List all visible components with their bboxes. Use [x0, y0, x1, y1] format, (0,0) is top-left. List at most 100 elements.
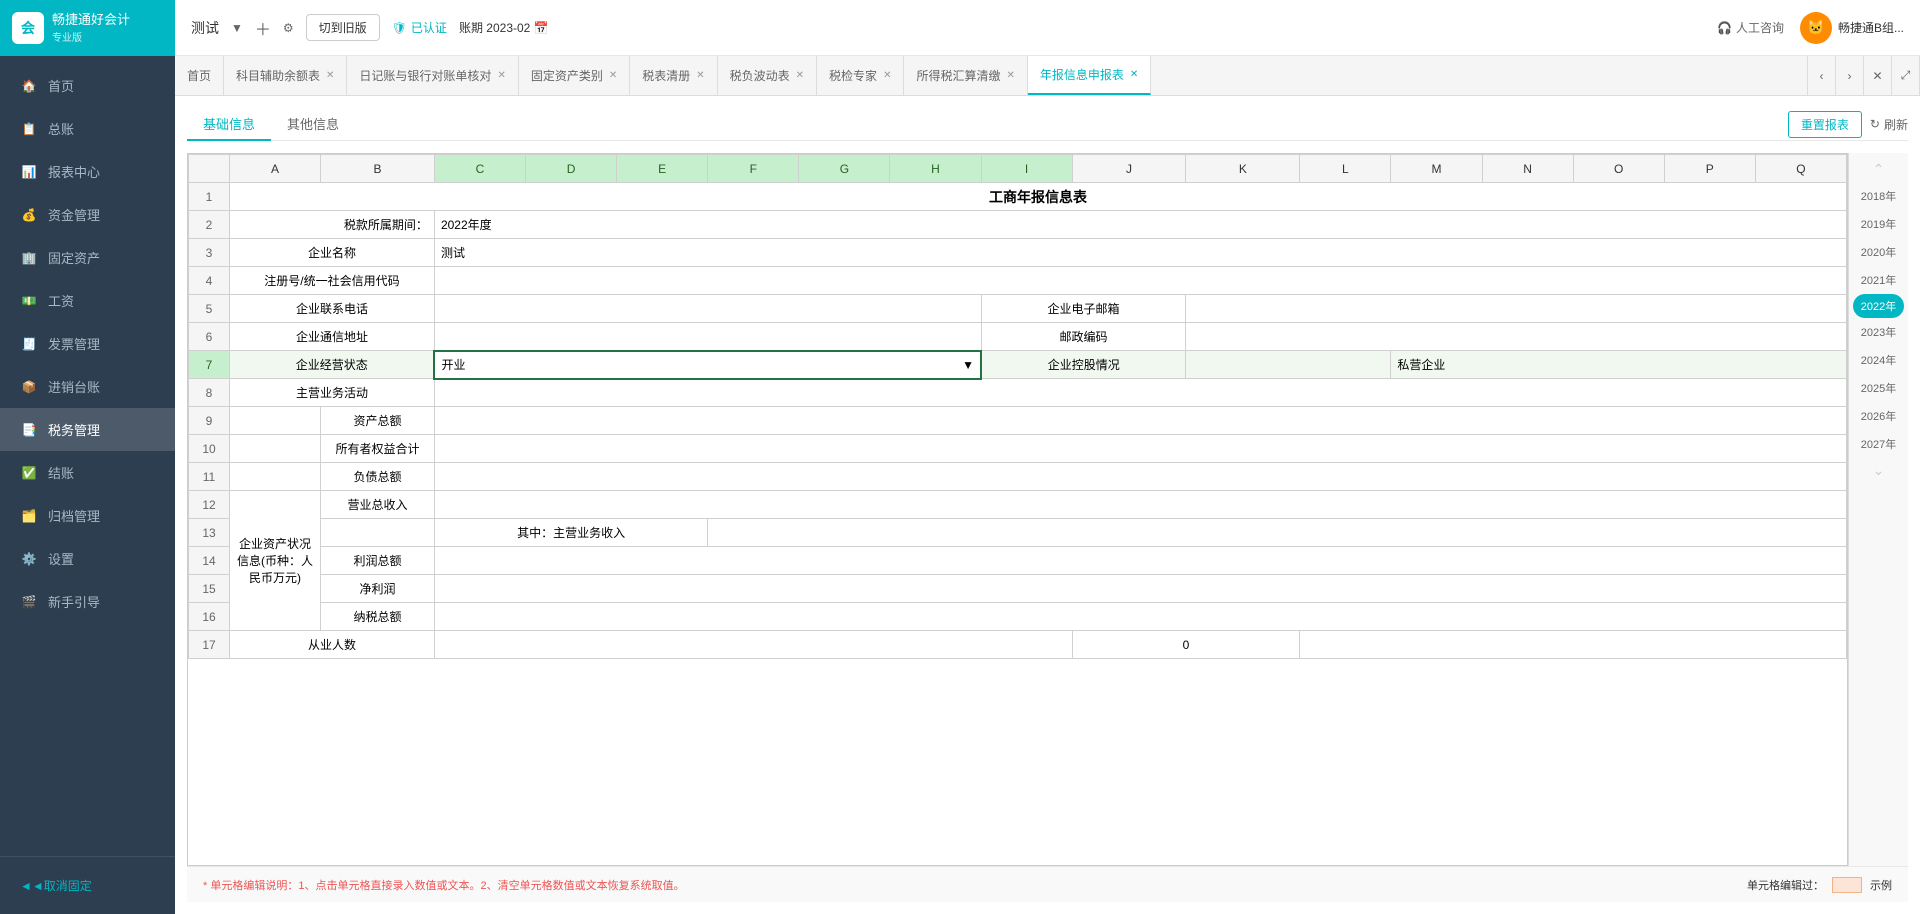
year-item-2019年[interactable]: 2019年 — [1857, 210, 1900, 238]
tab-close-6[interactable]: ✕ — [883, 70, 891, 81]
sub-tab-1[interactable]: 其他信息 — [271, 108, 355, 141]
col-header-H[interactable]: H — [890, 155, 981, 183]
cell-L5[interactable] — [1186, 295, 1847, 323]
calendar-icon[interactable]: 📅 — [534, 21, 549, 35]
cell-C3[interactable]: 测试 — [434, 239, 1846, 267]
sidebar-item-报表中心[interactable]: 📊 报表中心 — [0, 150, 175, 193]
topbar-add-icon[interactable]: ＋ — [255, 16, 271, 40]
sidebar-item-首页[interactable]: 🏠 首页 — [0, 64, 175, 107]
year-item-2023年[interactable]: 2023年 — [1857, 318, 1900, 346]
cell-C6[interactable] — [434, 323, 981, 351]
col-header-C[interactable]: C — [434, 155, 525, 183]
year-item-2021年[interactable]: 2021年 — [1857, 266, 1900, 294]
year-item-2025年[interactable]: 2025年 — [1857, 374, 1900, 402]
tab-close-4[interactable]: ✕ — [696, 70, 704, 81]
cell-F13[interactable] — [708, 519, 1847, 547]
cell-C8[interactable] — [434, 379, 1846, 407]
col-header-P[interactable]: P — [1664, 155, 1755, 183]
col-header-E[interactable]: E — [617, 155, 708, 183]
tab-close-8[interactable]: ✕ — [1130, 69, 1138, 80]
tab-item-2[interactable]: 日记账与银行对账单核对✕ — [347, 56, 518, 95]
scroll-down-icon[interactable]: ⌄ — [1869, 458, 1889, 483]
cell-C14[interactable] — [434, 547, 1846, 575]
dropdown-arrow[interactable]: ▼ — [962, 358, 974, 372]
dropdown-value[interactable]: 开业 ▼ — [435, 354, 980, 375]
cell-L7[interactable] — [1186, 351, 1391, 379]
cell-C5[interactable] — [434, 295, 981, 323]
cell-C15[interactable] — [434, 575, 1846, 603]
year-item-2024年[interactable]: 2024年 — [1857, 346, 1900, 374]
sidebar-item-税务管理[interactable]: 📑 税务管理 — [0, 408, 175, 451]
refresh-button[interactable]: ↻ 刷新 — [1870, 111, 1908, 138]
tab-expand[interactable]: ⤢ — [1892, 56, 1920, 96]
tab-close-all[interactable]: ✕ — [1864, 56, 1892, 96]
cell-C7-dropdown[interactable]: 开业 ▼ — [434, 351, 981, 379]
tab-item-3[interactable]: 固定资产类别✕ — [519, 56, 630, 95]
cell-L17[interactable] — [1300, 631, 1847, 659]
topbar-settings-icon[interactable]: ⚙ — [283, 21, 294, 35]
col-header-F[interactable]: F — [708, 155, 799, 183]
tab-item-0[interactable]: 首页 — [175, 56, 224, 95]
col-header-A[interactable]: A — [229, 155, 320, 183]
sidebar-item-归档管理[interactable]: 🗂️ 归档管理 — [0, 494, 175, 537]
pin-button[interactable]: ◄◄取消固定 — [0, 867, 175, 904]
col-header-I[interactable]: I — [981, 155, 1072, 183]
year-item-2018年[interactable]: 2018年 — [1857, 182, 1900, 210]
cell-C2[interactable]: 2022年度 — [434, 211, 1846, 239]
sidebar-item-进销台账[interactable]: 📦 进销台账 — [0, 365, 175, 408]
cell-N7[interactable]: 私营企业 — [1391, 351, 1847, 379]
cell-C17[interactable] — [434, 631, 1072, 659]
sidebar-item-固定资产[interactable]: 🏢 固定资产 — [0, 236, 175, 279]
cell-C11[interactable] — [434, 463, 1846, 491]
sub-tab-0[interactable]: 基础信息 — [187, 108, 271, 141]
sidebar-item-总账[interactable]: 📋 总账 — [0, 107, 175, 150]
tab-close-7[interactable]: ✕ — [1006, 70, 1014, 81]
tab-item-6[interactable]: 税检专家✕ — [817, 56, 904, 95]
tab-item-5[interactable]: 税负波动表✕ — [718, 56, 817, 95]
scroll-up-icon[interactable]: ⌃ — [1869, 157, 1889, 182]
tab-item-4[interactable]: 税表清册✕ — [630, 56, 717, 95]
title-cell[interactable]: 工商年报信息表 — [229, 183, 1846, 211]
tab-item-8[interactable]: 年报信息申报表✕ — [1028, 56, 1151, 95]
user-menu[interactable]: 🐱 畅捷通B组... — [1800, 12, 1904, 44]
cell-C10[interactable] — [434, 435, 1846, 463]
tab-item-7[interactable]: 所得税汇算清缴✕ — [904, 56, 1027, 95]
year-item-2026年[interactable]: 2026年 — [1857, 402, 1900, 430]
cell-C12[interactable] — [434, 491, 1846, 519]
sidebar-item-工资[interactable]: 💵 工资 — [0, 279, 175, 322]
tab-close-3[interactable]: ✕ — [609, 70, 617, 81]
col-header-D[interactable]: D — [526, 155, 617, 183]
switch-button[interactable]: 切到旧版 — [306, 14, 380, 41]
year-item-2020年[interactable]: 2020年 — [1857, 238, 1900, 266]
col-header-O[interactable]: O — [1573, 155, 1664, 183]
col-header-N[interactable]: N — [1482, 155, 1573, 183]
col-header-K[interactable]: K — [1186, 155, 1300, 183]
year-item-2027年[interactable]: 2027年 — [1857, 430, 1900, 458]
col-header-M[interactable]: M — [1391, 155, 1482, 183]
year-item-2022年[interactable]: 2022年 — [1853, 294, 1904, 318]
col-header-L[interactable]: L — [1300, 155, 1391, 183]
col-header-J[interactable]: J — [1072, 155, 1186, 183]
cell-J17[interactable]: 0 — [1072, 631, 1300, 659]
cell-C4[interactable] — [434, 267, 1846, 295]
sidebar-item-资金管理[interactable]: 💰 资金管理 — [0, 193, 175, 236]
tab-close-2[interactable]: ✕ — [497, 70, 505, 81]
cell-L6[interactable] — [1186, 323, 1847, 351]
tab-nav-right[interactable]: › — [1836, 56, 1864, 96]
col-header-G[interactable]: G — [799, 155, 890, 183]
reset-button[interactable]: 重置报表 — [1788, 111, 1862, 138]
tab-item-1[interactable]: 科目辅助余额表✕ — [224, 56, 347, 95]
col-header-B[interactable]: B — [321, 155, 435, 183]
service-button[interactable]: 🎧 人工咨询 — [1717, 19, 1784, 36]
sidebar-item-设置[interactable]: ⚙️ 设置 — [0, 537, 175, 580]
topbar-dropdown-icon[interactable]: ▼ — [231, 21, 243, 35]
tab-nav-left[interactable]: ‹ — [1808, 56, 1836, 96]
tab-close-1[interactable]: ✕ — [326, 70, 334, 81]
cell-C9[interactable] — [434, 407, 1846, 435]
sidebar-item-新手引导[interactable]: 🎬 新手引导 — [0, 580, 175, 623]
col-header-Q[interactable]: Q — [1755, 155, 1846, 183]
cell-C16[interactable] — [434, 603, 1846, 631]
spreadsheet[interactable]: A B C D E F G H I J — [188, 154, 1847, 865]
tab-close-5[interactable]: ✕ — [796, 70, 804, 81]
sidebar-item-结账[interactable]: ✅ 结账 — [0, 451, 175, 494]
